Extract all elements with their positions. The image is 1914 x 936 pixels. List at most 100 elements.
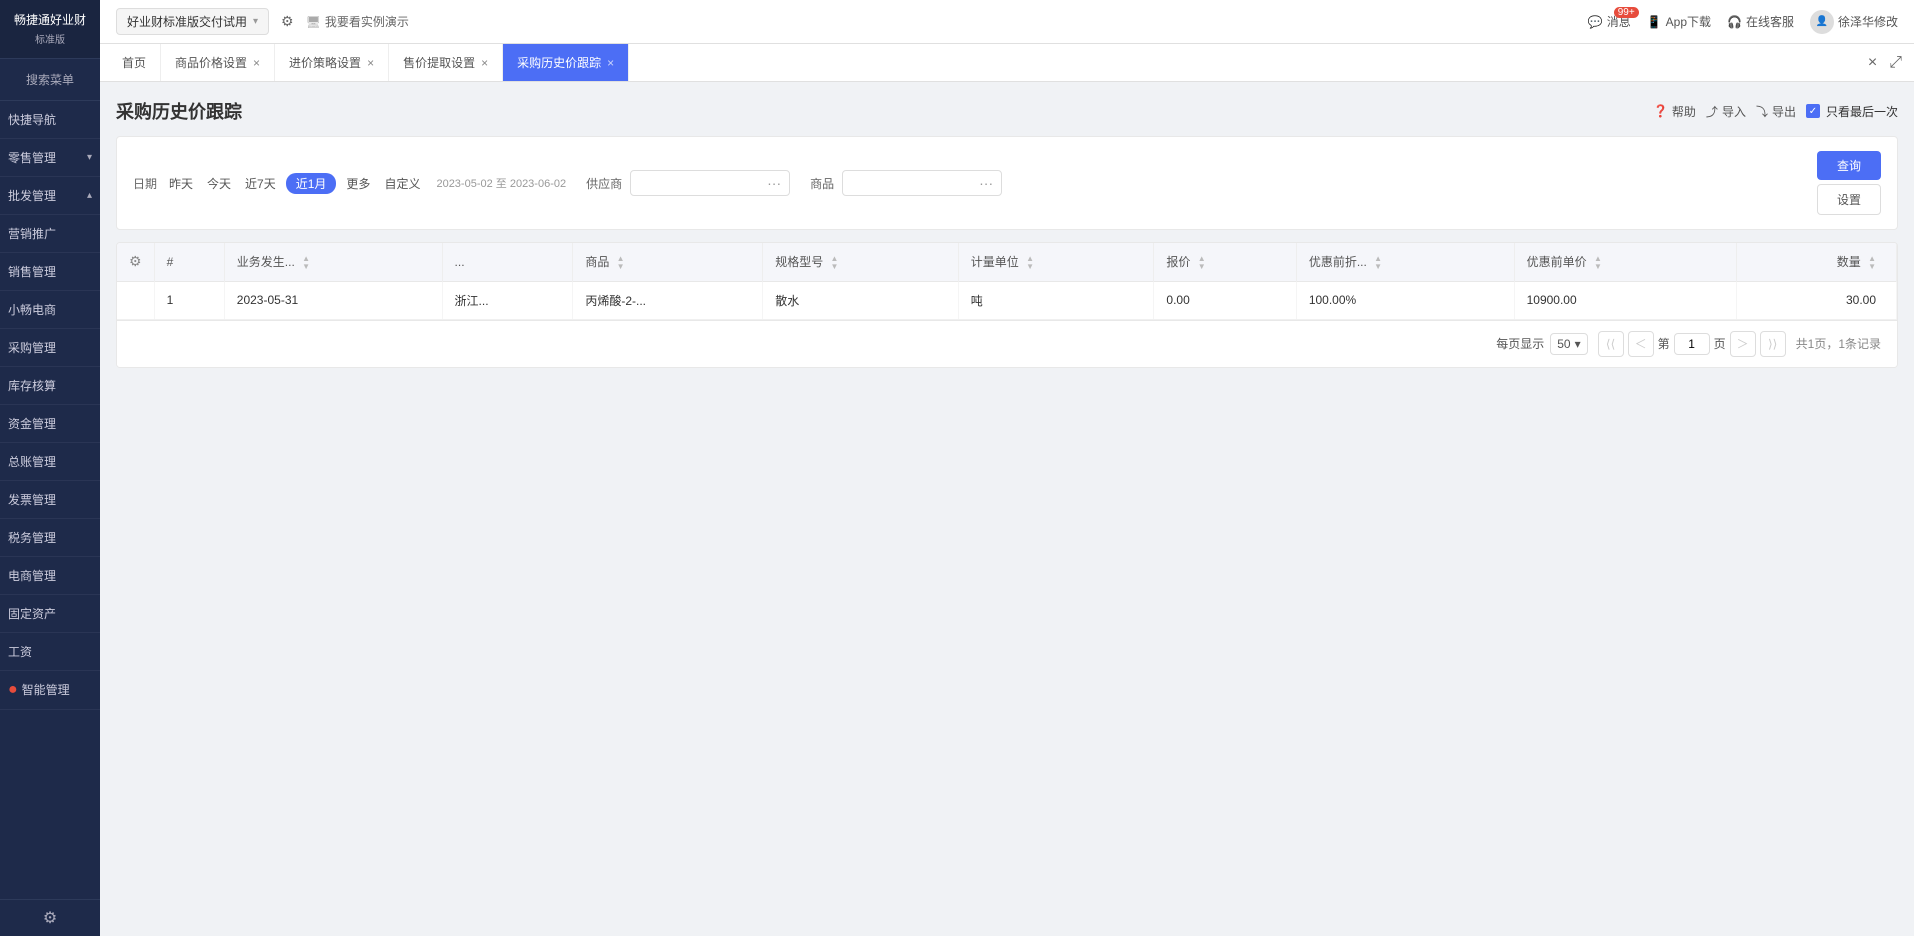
import-button[interactable]: ⤴ 导入	[1706, 103, 1746, 120]
table-col-quote[interactable]: 报价 ▲ ▼	[1154, 243, 1296, 281]
close-icon[interactable]: ×	[481, 56, 488, 70]
product-input[interactable]: ···	[842, 170, 1002, 196]
close-icon[interactable]: ×	[367, 56, 374, 70]
page-input[interactable]	[1674, 333, 1710, 355]
sidebar-item-fixed-assets[interactable]: 固定资产	[0, 595, 100, 633]
sidebar-item-finance[interactable]: 资金管理	[0, 405, 100, 443]
table-col-date[interactable]: 业务发生... ▲ ▼	[224, 243, 442, 281]
query-button[interactable]: 查询	[1817, 151, 1881, 180]
sidebar-item-quick-nav[interactable]: 快捷导航	[0, 101, 100, 139]
tab-price[interactable]: 商品价格设置 ×	[161, 44, 275, 82]
date-option-last1m[interactable]: 近1月	[286, 173, 337, 194]
export-label: 导出	[1772, 103, 1796, 120]
download-icon: 📱	[1647, 15, 1662, 29]
sort-icons: ▲ ▼	[1868, 255, 1876, 271]
sidebar-item-label: 小畅电商	[8, 301, 56, 318]
app-selector[interactable]: 好业财标准版交付试用 ▾	[116, 8, 269, 35]
message-button[interactable]: 💬 消息 99+	[1588, 13, 1631, 30]
sidebar-item-label: 库存核算	[8, 377, 56, 394]
chevron-up-icon: ▴	[87, 190, 92, 201]
date-option-more[interactable]: 更多	[342, 173, 374, 194]
date-option-custom[interactable]: 自定义	[380, 173, 424, 194]
demo-label: 我要看实例演示	[325, 13, 409, 30]
close-icon[interactable]: ×	[607, 56, 614, 70]
settings-icon[interactable]: ⚙	[281, 13, 294, 30]
per-page-select[interactable]: 50 ▾	[1550, 333, 1587, 355]
sidebar-item-ecom[interactable]: 电商管理	[0, 557, 100, 595]
sidebar-item-sales[interactable]: 销售管理	[0, 253, 100, 291]
table-col-more[interactable]: ...	[442, 243, 573, 281]
date-option-today[interactable]: 今天	[203, 173, 235, 194]
help-button[interactable]: ❓ 帮助	[1653, 103, 1696, 120]
table-col-discount[interactable]: 优惠前折... ▲ ▼	[1296, 243, 1514, 281]
prev-page-button[interactable]: ＜	[1628, 331, 1654, 357]
sidebar-item-marketing[interactable]: 营销推广	[0, 215, 100, 253]
sidebar-item-label: 快捷导航	[8, 111, 56, 128]
user-name: 徐泽华修改	[1838, 13, 1898, 30]
product-input-dots: ···	[979, 175, 993, 191]
app-download-button[interactable]: 📱 App下载	[1647, 13, 1711, 30]
maximize-tab-button[interactable]: ⤢	[1885, 50, 1906, 76]
first-page-button[interactable]: ⟨⟨	[1598, 331, 1624, 357]
page-navigation: ⟨⟨ ＜ 第 页 ＞ ⟩⟩	[1598, 331, 1786, 357]
row-date: 2023-05-31	[224, 281, 442, 319]
chevron-down-icon: ▾	[87, 152, 92, 163]
export-icon: ⤵	[1756, 103, 1768, 120]
table-col-pre-discount-price[interactable]: 优惠前单价 ▲ ▼	[1514, 243, 1736, 281]
row-pre-discount-price: 10900.00	[1514, 281, 1736, 319]
table-col-unit[interactable]: 计量单位 ▲ ▼	[958, 243, 1154, 281]
search-menu-button[interactable]: 搜索菜单	[8, 67, 92, 92]
sidebar-item-smart[interactable]: ● 智能管理	[0, 671, 100, 710]
date-option-yesterday[interactable]: 昨天	[165, 173, 197, 194]
sidebar-item-tax[interactable]: 税务管理	[0, 519, 100, 557]
question-icon: ❓	[1653, 104, 1668, 118]
close-icon[interactable]: ×	[253, 56, 260, 70]
sidebar-item-label: 工资	[8, 643, 32, 660]
supplier-input-dots: ···	[767, 175, 781, 191]
sidebar-item-label: 税务管理	[8, 529, 56, 546]
table-col-qty[interactable]: 数量 ▲ ▼	[1736, 243, 1896, 281]
next-page-button[interactable]: ＞	[1730, 331, 1756, 357]
table-col-gear[interactable]: ⚙	[117, 243, 154, 281]
close-tab-button[interactable]: ×	[1864, 50, 1881, 76]
date-option-last7[interactable]: 近7天	[241, 173, 280, 194]
demo-button[interactable]: 🖥 我要看实例演示	[306, 13, 409, 30]
tab-sell-price[interactable]: 售价提取设置 ×	[389, 44, 503, 82]
sidebar-item-purchase[interactable]: 采购管理	[0, 329, 100, 367]
filter-settings-button[interactable]: 设置	[1817, 184, 1881, 215]
import-label: 导入	[1722, 103, 1746, 120]
sidebar-item-label: 营销推广	[8, 225, 56, 242]
sidebar-item-wholesale[interactable]: 批发管理 ▴	[0, 177, 100, 215]
page-actions: ❓ 帮助 ⤴ 导入 ⤵ 导出 ✓ 只看最后一次	[1653, 103, 1898, 120]
app-logo-line1: 畅捷通好业财	[8, 12, 92, 29]
sidebar-item-payroll[interactable]: 工资	[0, 633, 100, 671]
sidebar-item-general-ledger[interactable]: 总账管理	[0, 443, 100, 481]
only-last-checkbox[interactable]: ✓ 只看最后一次	[1806, 103, 1898, 120]
online-service-button[interactable]: 🎧 在线客服	[1727, 13, 1794, 30]
tab-label: 首页	[122, 54, 146, 71]
sidebar-item-retail[interactable]: 零售管理 ▾	[0, 139, 100, 177]
sidebar-item-ecom-small[interactable]: 小畅电商	[0, 291, 100, 329]
sidebar-search-area[interactable]: 搜索菜单	[0, 59, 100, 101]
message-badge: 99+	[1614, 7, 1639, 18]
date-filter-label: 日期	[133, 175, 157, 192]
user-menu[interactable]: 👤 徐泽华修改	[1810, 10, 1898, 34]
tab-home[interactable]: 首页	[108, 44, 161, 82]
chevron-down-icon: ▾	[253, 16, 258, 27]
gear-icon[interactable]: ⚙	[129, 253, 142, 269]
sort-icons: ▲ ▼	[1374, 255, 1382, 271]
settings-icon[interactable]: ⚙	[43, 910, 57, 927]
export-button[interactable]: ⤵ 导出	[1756, 103, 1796, 120]
last-page-button[interactable]: ⟩⟩	[1760, 331, 1786, 357]
table-col-product[interactable]: 商品 ▲ ▼	[573, 243, 763, 281]
table-col-spec[interactable]: 规格型号 ▲ ▼	[763, 243, 959, 281]
supplier-input[interactable]: ···	[630, 170, 790, 196]
tab-label: 进价策略设置	[289, 54, 361, 71]
table-body: 1 2023-05-31 浙江... 丙烯酸-2-... 散水 吨 0.00 1…	[117, 281, 1897, 319]
sidebar-item-inventory[interactable]: 库存核算	[0, 367, 100, 405]
sidebar-item-invoice[interactable]: 发票管理	[0, 481, 100, 519]
online-service-label: 在线客服	[1746, 13, 1794, 30]
tab-purchase-strategy[interactable]: 进价策略设置 ×	[275, 44, 389, 82]
row-spec: 散水	[763, 281, 959, 319]
tab-purchase-history[interactable]: 采购历史价跟踪 ×	[503, 44, 629, 82]
